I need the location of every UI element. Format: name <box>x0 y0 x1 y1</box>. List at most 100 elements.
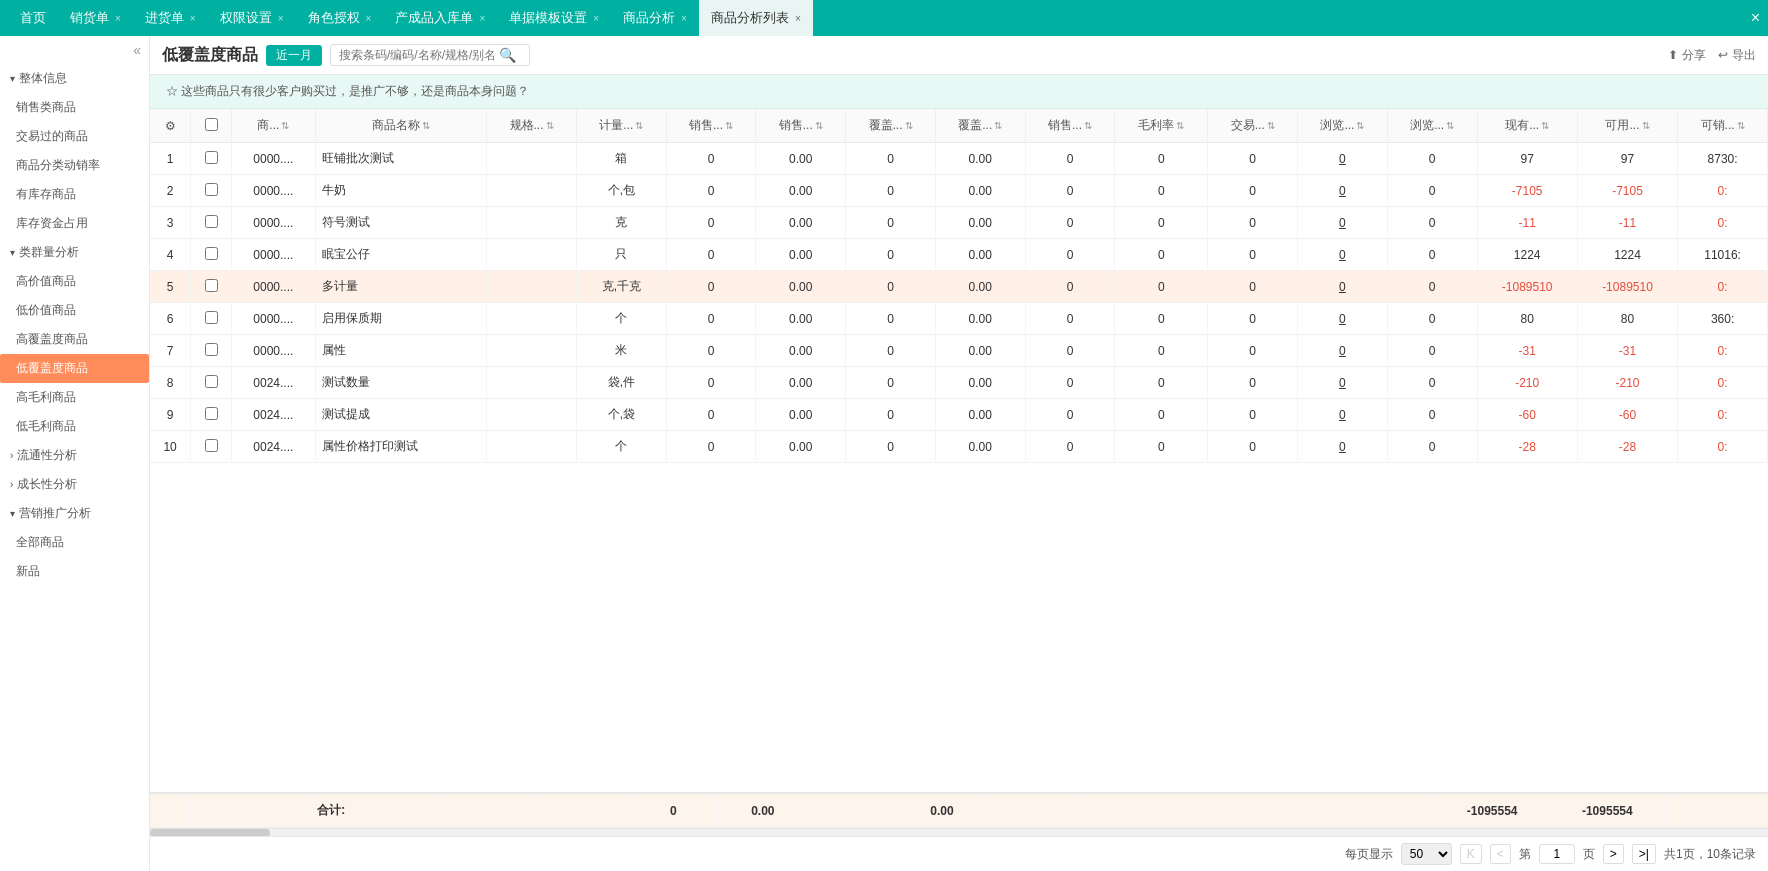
row-checkbox[interactable] <box>191 303 232 335</box>
row-code: 0000.... <box>232 175 315 207</box>
row-browse1[interactable]: 0 <box>1298 431 1388 463</box>
row-current: -210 <box>1477 367 1577 399</box>
sidebar-item-low-margin[interactable]: 低毛利商品 <box>0 412 149 441</box>
sidebar-item-new-goods[interactable]: 新品 <box>0 557 149 586</box>
row-browse2: 0 <box>1387 143 1477 175</box>
nav-tab-product-in[interactable]: 产成品入库单 × <box>383 0 497 36</box>
sidebar-item-all-goods[interactable]: 全部商品 <box>0 528 149 557</box>
export-button[interactable]: ↩ 导出 <box>1718 47 1756 64</box>
sidebar-section-marketing[interactable]: ▾ 营销推广分析 <box>0 499 149 528</box>
close-icon[interactable]: × <box>681 13 687 24</box>
sidebar-item-stocked-goods[interactable]: 有库存商品 <box>0 180 149 209</box>
row-checkbox[interactable] <box>191 175 232 207</box>
trade-column-header[interactable]: 交易...⇅ <box>1208 109 1298 143</box>
row-browse1[interactable]: 0 <box>1298 399 1388 431</box>
sidebar-item-traded-goods[interactable]: 交易过的商品 <box>0 122 149 151</box>
row-checkbox[interactable] <box>191 367 232 399</box>
close-icon[interactable]: × <box>278 13 284 24</box>
spec-column-header[interactable]: 规格...⇅ <box>487 109 577 143</box>
row-checkbox[interactable] <box>191 431 232 463</box>
row-browse2: 0 <box>1387 175 1477 207</box>
row-browse1[interactable]: 0 <box>1298 239 1388 271</box>
current-column-header[interactable]: 现有...⇅ <box>1477 109 1577 143</box>
row-gross-rate: 0 <box>1115 367 1208 399</box>
select-all-checkbox[interactable] <box>205 118 218 131</box>
browse1-column-header[interactable]: 浏览...⇅ <box>1298 109 1388 143</box>
sidebar-item-category-rate[interactable]: 商品分类动销率 <box>0 151 149 180</box>
close-icon[interactable]: × <box>366 13 372 24</box>
row-browse1[interactable]: 0 <box>1298 335 1388 367</box>
share-button[interactable]: ⬆ 分享 <box>1668 47 1706 64</box>
settings-column-header[interactable]: ⚙ <box>150 109 191 143</box>
unit-column-header[interactable]: 计量...⇅ <box>576 109 666 143</box>
nav-tab-analysis[interactable]: 商品分析 × <box>611 0 699 36</box>
sidebar-collapse-button[interactable]: « <box>0 36 149 64</box>
sidebar-item-high-coverage[interactable]: 高覆盖度商品 <box>0 325 149 354</box>
row-checkbox[interactable] <box>191 239 232 271</box>
close-icon[interactable]: × <box>190 13 196 24</box>
search-input[interactable] <box>339 48 499 62</box>
next-page-button[interactable]: > <box>1603 844 1624 864</box>
sidebar-item-high-margin[interactable]: 高毛利商品 <box>0 383 149 412</box>
sidebar-item-high-value[interactable]: 高价值商品 <box>0 267 149 296</box>
row-browse2: 0 <box>1387 207 1477 239</box>
settings-icon[interactable]: ⚙ <box>165 119 176 133</box>
per-page-select[interactable]: 50 100 200 <box>1401 843 1452 865</box>
nav-tab-role[interactable]: 角色授权 × <box>296 0 384 36</box>
sidebar-section-liquidity[interactable]: › 流通性分析 <box>0 441 149 470</box>
browse2-column-header[interactable]: 浏览...⇅ <box>1387 109 1477 143</box>
sales-qty-column-header[interactable]: 销售...⇅ <box>666 109 756 143</box>
table-container[interactable]: ⚙ 商...⇅ 商品名称⇅ 规格...⇅ <box>150 109 1768 792</box>
horizontal-scrollbar[interactable] <box>150 828 1768 836</box>
row-checkbox[interactable] <box>191 207 232 239</box>
nav-tab-home[interactable]: 首页 <box>8 0 58 36</box>
row-trade: 0 <box>1208 143 1298 175</box>
nav-tab-sales[interactable]: 销货单 × <box>58 0 133 36</box>
row-browse1[interactable]: 0 <box>1298 271 1388 303</box>
sidebar-item-stock-capital[interactable]: 库存资金占用 <box>0 209 149 238</box>
last-page-button[interactable]: >| <box>1632 844 1656 864</box>
sales-amt-column-header[interactable]: 销售...⇅ <box>756 109 846 143</box>
close-icon[interactable]: × <box>593 13 599 24</box>
row-sales-qty: 0 <box>666 303 756 335</box>
nav-tab-permission[interactable]: 权限设置 × <box>208 0 296 36</box>
sidebar-section-overall[interactable]: ▾ 整体信息 <box>0 64 149 93</box>
close-icon[interactable]: × <box>795 13 801 24</box>
row-browse1[interactable]: 0 <box>1298 207 1388 239</box>
row-browse1[interactable]: 0 <box>1298 143 1388 175</box>
row-checkbox[interactable] <box>191 143 232 175</box>
sales3-column-header[interactable]: 销售...⇅ <box>1025 109 1115 143</box>
name-column-header[interactable]: 商品名称⇅ <box>315 109 487 143</box>
period-button[interactable]: 近一月 <box>266 45 322 66</box>
cov1-column-header[interactable]: 覆盖...⇅ <box>846 109 936 143</box>
row-browse1[interactable]: 0 <box>1298 175 1388 207</box>
close-all-button[interactable]: × <box>1751 9 1760 27</box>
close-icon[interactable]: × <box>115 13 121 24</box>
page-number-input[interactable] <box>1539 844 1575 864</box>
sidebar-item-sales-goods[interactable]: 销售类商品 <box>0 93 149 122</box>
row-checkbox[interactable] <box>191 399 232 431</box>
row-spec <box>487 271 577 303</box>
no-column-header[interactable]: 商...⇅ <box>232 109 315 143</box>
sellable-column-header[interactable]: 可销...⇅ <box>1678 109 1768 143</box>
checkbox-column-header[interactable] <box>191 109 232 143</box>
sidebar-item-low-value[interactable]: 低价值商品 <box>0 296 149 325</box>
cov2-column-header[interactable]: 覆盖...⇅ <box>935 109 1025 143</box>
sidebar-section-cluster[interactable]: ▾ 类群量分析 <box>0 238 149 267</box>
row-checkbox[interactable] <box>191 271 232 303</box>
gross-rate-column-header[interactable]: 毛利率⇅ <box>1115 109 1208 143</box>
nav-tab-purchase[interactable]: 进货单 × <box>133 0 208 36</box>
available-column-header[interactable]: 可用...⇅ <box>1577 109 1677 143</box>
first-page-button[interactable]: K <box>1460 844 1482 864</box>
row-browse1[interactable]: 0 <box>1298 367 1388 399</box>
sidebar-section-growth[interactable]: › 成长性分析 <box>0 470 149 499</box>
row-checkbox[interactable] <box>191 335 232 367</box>
prev-page-button[interactable]: < <box>1490 844 1511 864</box>
search-box[interactable]: 🔍 <box>330 44 530 66</box>
nav-tab-analysis-list[interactable]: 商品分析列表 × <box>699 0 813 36</box>
row-browse1[interactable]: 0 <box>1298 303 1388 335</box>
row-name: 测试数量 <box>315 367 487 399</box>
close-icon[interactable]: × <box>479 13 485 24</box>
sidebar-item-low-coverage[interactable]: 低覆盖度商品 <box>0 354 149 383</box>
nav-tab-template[interactable]: 单据模板设置 × <box>497 0 611 36</box>
